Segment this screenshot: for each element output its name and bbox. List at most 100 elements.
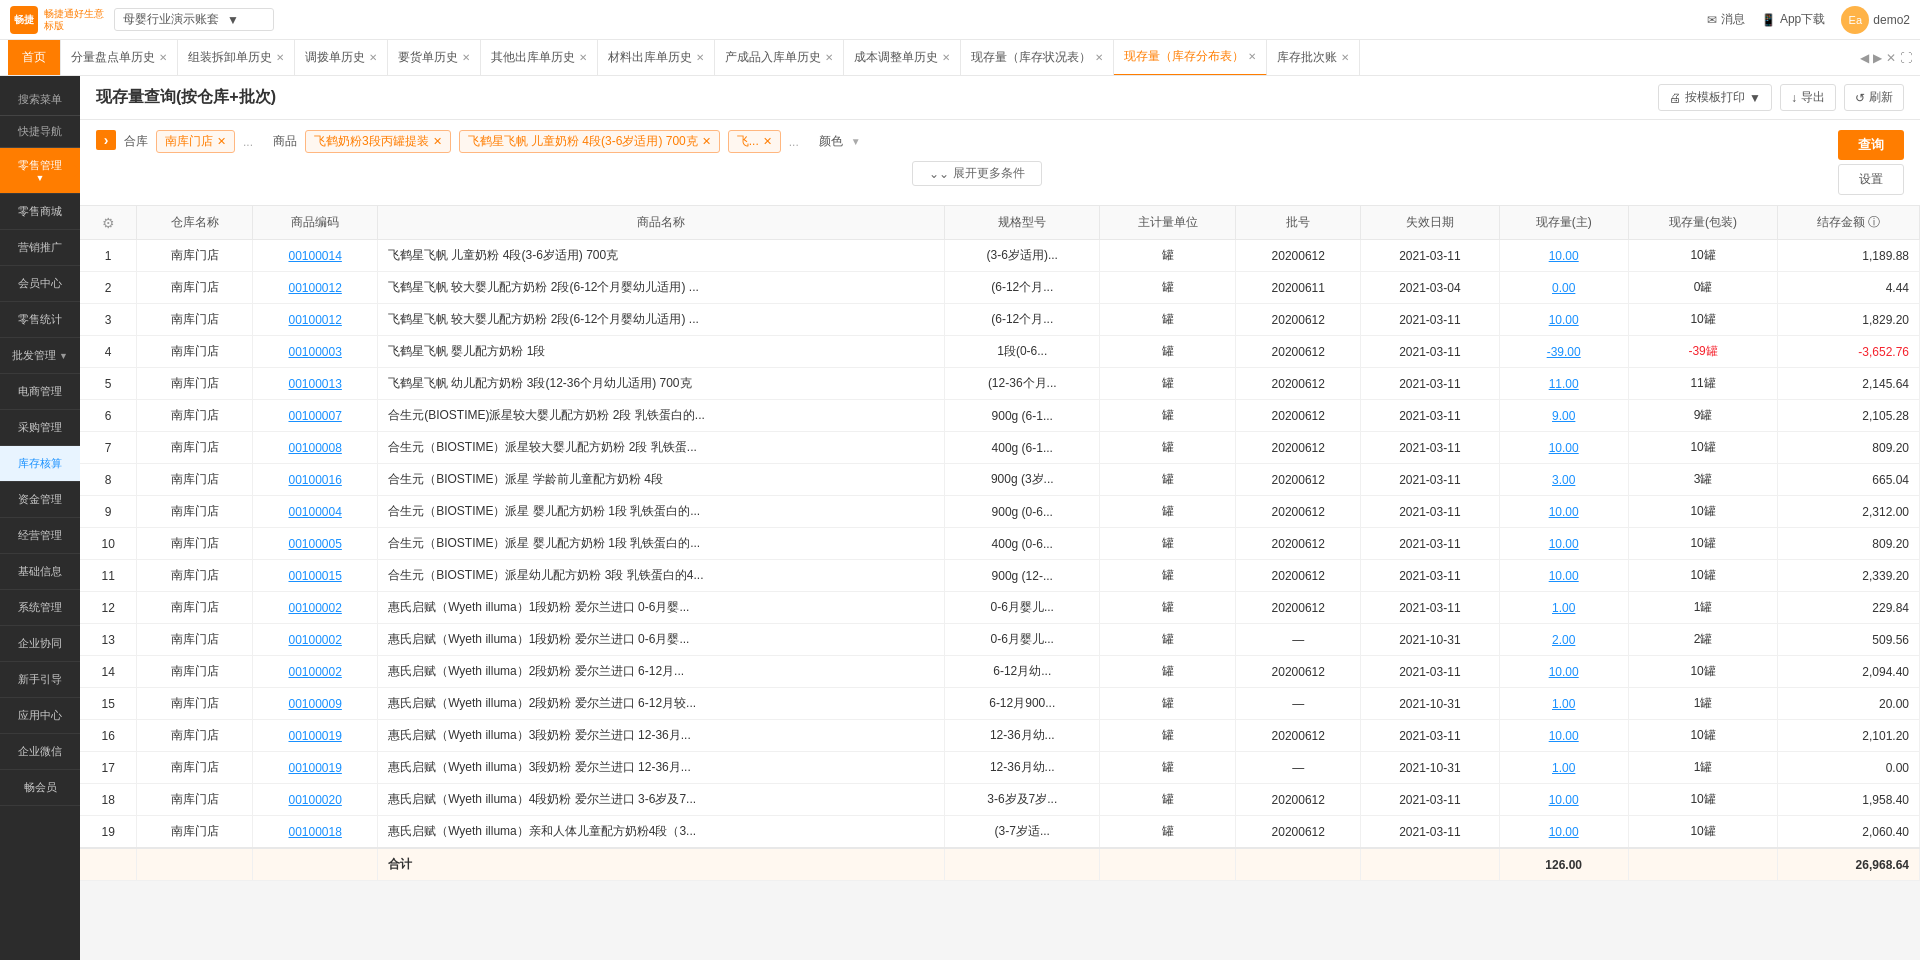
row-code[interactable]: 00100004	[253, 496, 378, 528]
refresh-button[interactable]: ↺ 刷新	[1844, 84, 1904, 111]
filter-expand-button[interactable]: ›	[96, 130, 116, 150]
row-code[interactable]: 00100009	[253, 688, 378, 720]
row-code[interactable]: 00100012	[253, 272, 378, 304]
product-tag-2[interactable]: 飞鹤星飞帆 儿童奶粉 4段(3-6岁适用) 700克 ✕	[459, 130, 720, 153]
sidebar-item-marketing[interactable]: 营销推广	[0, 230, 80, 266]
row-qty-main[interactable]: 1.00	[1499, 752, 1628, 784]
close-tab-zuzhuang[interactable]: ✕	[276, 52, 284, 63]
tab-diaoboh[interactable]: 调拨单历史 ✕	[295, 40, 388, 76]
row-code[interactable]: 00100008	[253, 432, 378, 464]
sidebar-item-member2[interactable]: 畅会员	[0, 770, 80, 806]
row-code[interactable]: 00100002	[253, 592, 378, 624]
row-code[interactable]: 00100012	[253, 304, 378, 336]
sidebar-item-basic-info[interactable]: 基础信息	[0, 554, 80, 590]
sidebar-item-operation[interactable]: 经营管理	[0, 518, 80, 554]
row-code[interactable]: 00100005	[253, 528, 378, 560]
sidebar-item-member[interactable]: 会员中心	[0, 266, 80, 302]
row-code[interactable]: 00100015	[253, 560, 378, 592]
sidebar-item-app-center[interactable]: 应用中心	[0, 698, 80, 734]
row-qty-main[interactable]: 3.00	[1499, 464, 1628, 496]
tab-home[interactable]: 首页	[8, 40, 61, 76]
sidebar-quick-nav[interactable]: 快捷导航	[0, 116, 80, 148]
sidebar-item-purchase[interactable]: 采购管理	[0, 410, 80, 446]
sidebar-item-retail-mall[interactable]: 零售商城	[0, 194, 80, 230]
row-code[interactable]: 00100020	[253, 784, 378, 816]
remove-product-tag-2[interactable]: ✕	[702, 135, 711, 148]
print-button[interactable]: 🖨 按模板打印 ▼	[1658, 84, 1772, 111]
tab-chengben[interactable]: 成本调整单历史 ✕	[844, 40, 961, 76]
user-avatar-area[interactable]: Ea demo2	[1841, 6, 1910, 34]
close-tab-fen-pan[interactable]: ✕	[159, 52, 167, 63]
close-tab-chanchengpin[interactable]: ✕	[825, 52, 833, 63]
tab-qita-chuku[interactable]: 其他出库单历史 ✕	[481, 40, 598, 76]
row-code[interactable]: 00100016	[253, 464, 378, 496]
row-qty-main[interactable]: 11.00	[1499, 368, 1628, 400]
sidebar-item-guide[interactable]: 新手引导	[0, 662, 80, 698]
row-qty-main[interactable]: -39.00	[1499, 336, 1628, 368]
close-tab-qita-chuku[interactable]: ✕	[579, 52, 587, 63]
row-qty-main[interactable]: 1.00	[1499, 688, 1628, 720]
row-qty-main[interactable]: 10.00	[1499, 560, 1628, 592]
product-more-dots[interactable]: ...	[789, 135, 799, 149]
row-qty-main[interactable]: 10.00	[1499, 656, 1628, 688]
remove-warehouse-tag[interactable]: ✕	[217, 135, 226, 148]
sidebar-item-wholesale[interactable]: 批发管理 ▼	[0, 338, 80, 374]
remove-product-tag-1[interactable]: ✕	[433, 135, 442, 148]
tab-fen-pan[interactable]: 分量盘点单历史 ✕	[61, 40, 178, 76]
row-code[interactable]: 00100002	[253, 656, 378, 688]
row-code[interactable]: 00100007	[253, 400, 378, 432]
row-qty-main[interactable]: 10.00	[1499, 528, 1628, 560]
tab-prev-icon[interactable]: ◀	[1860, 51, 1869, 65]
sidebar-item-wechat[interactable]: 企业微信	[0, 734, 80, 770]
sidebar-item-retail-stats[interactable]: 零售统计	[0, 302, 80, 338]
row-code[interactable]: 00100013	[253, 368, 378, 400]
expand-more-button[interactable]: ⌄⌄ 展开更多条件	[912, 161, 1042, 186]
warehouse-tag-nanku[interactable]: 南库门店 ✕	[156, 130, 235, 153]
product-tag-1[interactable]: 飞鹤奶粉3段丙罐提装 ✕	[305, 130, 451, 153]
row-code[interactable]: 00100019	[253, 720, 378, 752]
sidebar-item-finance[interactable]: 资金管理	[0, 482, 80, 518]
sidebar-search[interactable]: 搜索菜单	[0, 84, 80, 116]
warehouse-more-dots[interactable]: ...	[243, 135, 253, 149]
export-button[interactable]: ↓ 导出	[1780, 84, 1836, 111]
app-download-btn[interactable]: 📱 App下载	[1761, 11, 1825, 28]
tab-pici-zhang[interactable]: 库存批次账 ✕	[1267, 40, 1360, 76]
tab-kucun-zhuangkuang[interactable]: 现存量（库存状况表） ✕	[961, 40, 1114, 76]
sidebar-item-retail-management[interactable]: 零售管理 ▼	[0, 148, 80, 194]
close-tab-chengben[interactable]: ✕	[942, 52, 950, 63]
account-selector[interactable]: 母婴行业演示账套 ▼	[114, 8, 274, 31]
settings-button[interactable]: 设置	[1838, 164, 1904, 195]
row-code[interactable]: 00100002	[253, 624, 378, 656]
row-code[interactable]: 00100018	[253, 816, 378, 849]
close-tab-kucun-zhuangkuang[interactable]: ✕	[1095, 52, 1103, 63]
row-code[interactable]: 00100014	[253, 240, 378, 272]
color-dropdown-arrow[interactable]: ▼	[851, 136, 861, 147]
remove-product-tag-3[interactable]: ✕	[763, 135, 772, 148]
close-tab-cailiao[interactable]: ✕	[696, 52, 704, 63]
sidebar-item-inventory[interactable]: 库存核算	[0, 446, 80, 482]
close-tab-yaohuo[interactable]: ✕	[462, 52, 470, 63]
sidebar-item-enterprise[interactable]: 企业协同	[0, 626, 80, 662]
query-button[interactable]: 查询	[1838, 130, 1904, 160]
close-tab-pici-zhang[interactable]: ✕	[1341, 52, 1349, 63]
sidebar-item-ecommerce[interactable]: 电商管理	[0, 374, 80, 410]
message-btn[interactable]: ✉ 消息	[1707, 11, 1745, 28]
row-code[interactable]: 00100019	[253, 752, 378, 784]
tab-kucun-fenbu[interactable]: 现存量（库存分布表） ✕	[1114, 40, 1267, 76]
product-tag-3[interactable]: 飞... ✕	[728, 130, 781, 153]
row-qty-main[interactable]: 10.00	[1499, 816, 1628, 849]
tab-fullscreen-icon[interactable]: ⛶	[1900, 51, 1912, 65]
tab-next-icon[interactable]: ▶	[1873, 51, 1882, 65]
row-code[interactable]: 00100003	[253, 336, 378, 368]
row-qty-main[interactable]: 10.00	[1499, 304, 1628, 336]
row-qty-main[interactable]: 10.00	[1499, 432, 1628, 464]
sidebar-item-system[interactable]: 系统管理	[0, 590, 80, 626]
close-tab-diaoboh[interactable]: ✕	[369, 52, 377, 63]
tab-yaohuo[interactable]: 要货单历史 ✕	[388, 40, 481, 76]
tab-zuzhuang[interactable]: 组装拆卸单历史 ✕	[178, 40, 295, 76]
row-qty-main[interactable]: 10.00	[1499, 496, 1628, 528]
tab-cailiao[interactable]: 材料出库单历史 ✕	[598, 40, 715, 76]
tab-chanchengpin[interactable]: 产成品入库单历史 ✕	[715, 40, 844, 76]
row-qty-main[interactable]: 1.00	[1499, 592, 1628, 624]
row-qty-main[interactable]: 2.00	[1499, 624, 1628, 656]
